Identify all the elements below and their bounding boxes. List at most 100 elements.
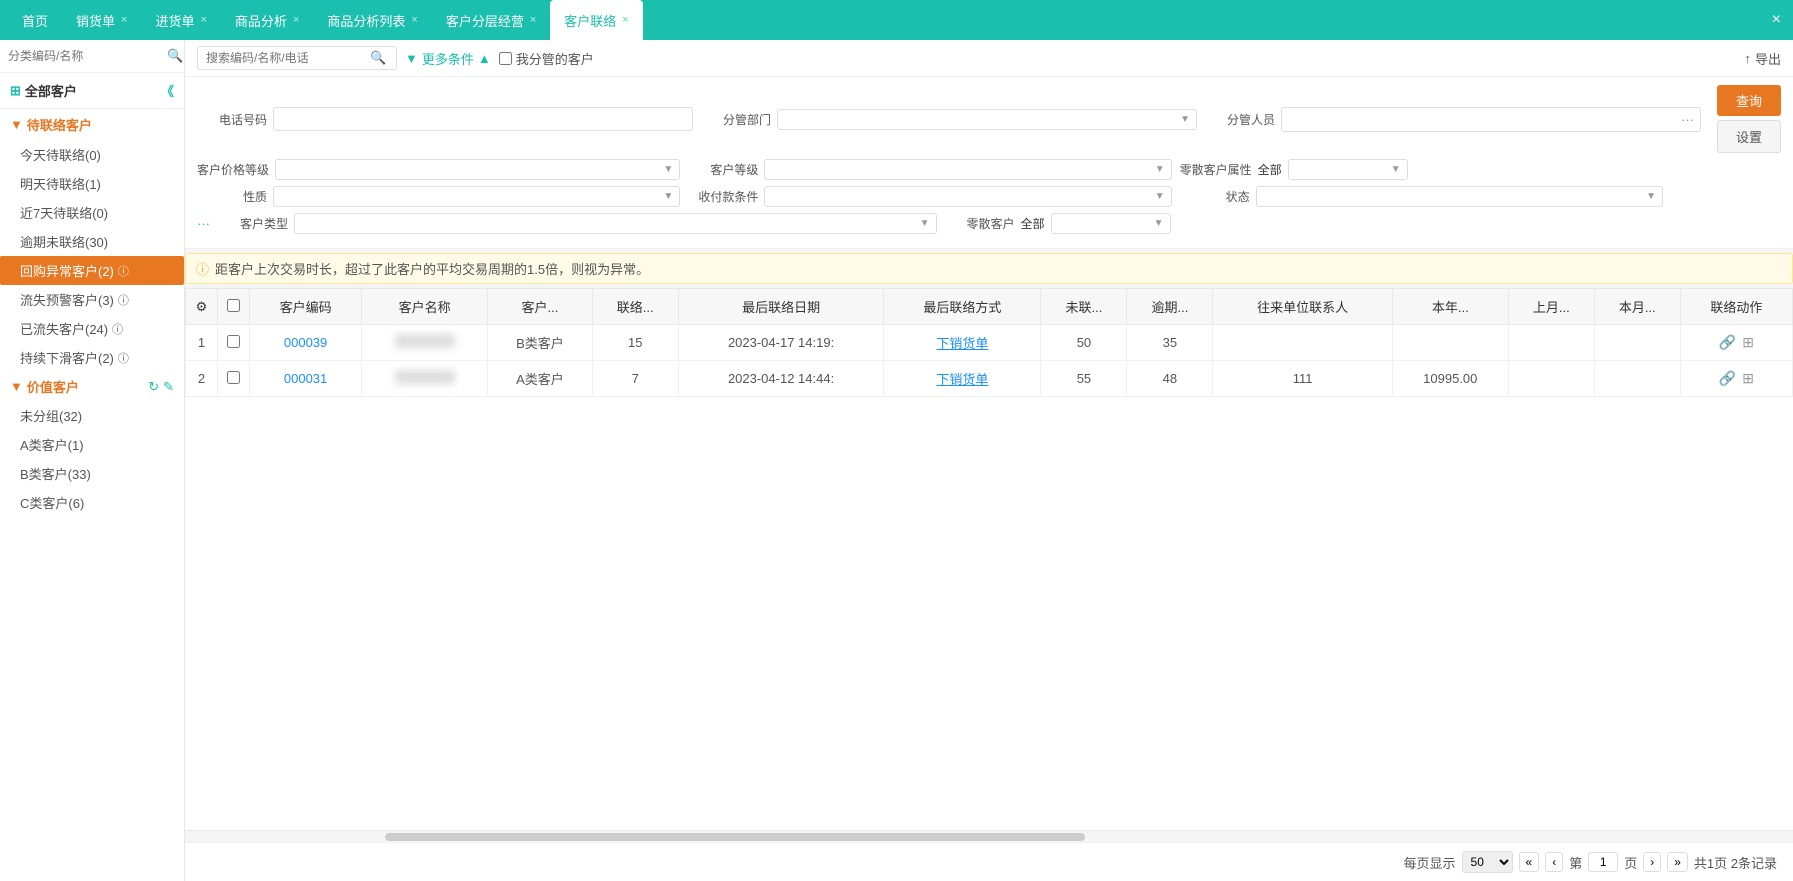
search-input[interactable] (206, 51, 366, 65)
query-button[interactable]: 查询 (1717, 85, 1781, 116)
customer-level-chevron-icon: ▼ (1155, 164, 1165, 175)
row-2-last-date: 2023-04-12 14:44: (678, 361, 884, 397)
customer-type-label: 客户类型 (218, 215, 288, 232)
row-1-select[interactable] (227, 335, 240, 348)
row-1-actions: 🔗 ⊞ (1680, 325, 1792, 361)
customer-type-select[interactable]: ▼ (294, 213, 937, 234)
retail-attr-label: 零散客户属性 (1180, 161, 1252, 178)
row-2-last-month (1508, 361, 1594, 397)
settings-button[interactable]: 设置 (1717, 120, 1781, 153)
sidebar-item-overdue-pending[interactable]: 逾期未联络(30) (0, 227, 184, 256)
sidebar-item-repurchase-abnormal[interactable]: 回购异常客户(2) ⓘ (0, 256, 184, 285)
close-product-analysis-tab-icon[interactable]: × (293, 14, 299, 26)
status-select[interactable]: ▼ (1256, 186, 1663, 207)
all-customers-header: ⊞ 全部客户 《 (0, 73, 184, 109)
export-button[interactable]: ↑ 导出 (1744, 49, 1781, 68)
payment-select[interactable]: ▼ (764, 186, 1171, 207)
dept-select[interactable]: ▼ (777, 109, 1197, 130)
triangle-icon: ▼ (10, 117, 23, 132)
phone-input[interactable] (273, 107, 693, 131)
already-lost-info-icon: ⓘ (112, 321, 123, 337)
window-close-button[interactable]: × (1772, 11, 1781, 29)
edit-icon[interactable]: ✎ (163, 379, 174, 395)
tooltip-bar: ⓘ 距客户上次交易时长，超过了此客户的平均交易周期的1.5倍，则视为异常。 (185, 253, 1793, 284)
retail-attr-select[interactable]: ▼ (1288, 159, 1408, 180)
row-2-select[interactable] (227, 371, 240, 384)
sidebar-search-input[interactable] (8, 49, 163, 63)
sidebar-item-b-class[interactable]: B类客户(33) (0, 459, 184, 488)
row-1-contact-count: 15 (592, 325, 678, 361)
page-size-select[interactable]: 50 100 200 (1462, 851, 1513, 873)
row-2-overdue: 48 (1127, 361, 1213, 397)
nature-select[interactable]: ▼ (273, 186, 680, 207)
sidebar-item-lost-preview[interactable]: 流失预警客户(3) ⓘ (0, 285, 184, 314)
row-1-year-amount (1392, 325, 1508, 361)
close-sales-tab-icon[interactable]: × (121, 14, 127, 26)
price-level-select[interactable]: ▼ (275, 159, 680, 180)
sidebar-item-tomorrow-pending[interactable]: 明天待联络(1) (0, 169, 184, 198)
sidebar-search-icon[interactable]: 🔍 (167, 48, 183, 64)
retail-customer-select[interactable]: ▼ (1051, 213, 1171, 234)
close-product-analysis-list-tab-icon[interactable]: × (411, 14, 417, 26)
search-icon[interactable]: 🔍 (370, 50, 386, 66)
row-2-last-method: 下销货单 (884, 361, 1041, 397)
sidebar-item-a-class[interactable]: A类客户(1) (0, 430, 184, 459)
nav-tab-customer-tier[interactable]: 客户分层经营 × (432, 0, 550, 40)
my-customers-checkbox-label[interactable]: 我分管的客户 (499, 49, 594, 68)
nav-tab-sales[interactable]: 销货单 × (62, 0, 141, 40)
chevron-up-icon: ▲ (478, 51, 491, 66)
sidebar-item-c-class[interactable]: C类客户(6) (0, 488, 184, 517)
filter-row-2: 客户价格等级 ▼ 客户等级 ▼ 零散客户属性 全部 (197, 159, 1781, 180)
close-customer-contact-tab-icon[interactable]: × (622, 14, 628, 26)
my-customers-checkbox[interactable] (499, 52, 512, 65)
nav-tab-product-analysis-list[interactable]: 商品分析列表 × (313, 0, 431, 40)
row-2-num: 2 (186, 361, 218, 397)
nav-tab-customer-contact[interactable]: 客户联络 × (550, 0, 642, 40)
sidebar-item-ungroup[interactable]: 未分组(32) (0, 401, 184, 430)
filter-cell-phone: 电话号码 (197, 107, 693, 131)
retail-customer-chevron-icon: ▼ (1154, 218, 1164, 229)
scroll-thumb[interactable] (385, 833, 1085, 841)
row-1-code[interactable]: 000039 (250, 325, 362, 361)
row-1-num: 1 (186, 325, 218, 361)
horizontal-scrollbar[interactable] (185, 830, 1793, 842)
sidebar-item-already-lost[interactable]: 已流失客户(24) ⓘ (0, 314, 184, 343)
row-2-code[interactable]: 000031 (250, 361, 362, 397)
page-number-input[interactable] (1588, 852, 1618, 872)
filter-cell-retail-attr: 零散客户属性 全部 ▼ (1180, 159, 1663, 180)
col-company-contact: 往来单位联系人 (1213, 289, 1392, 325)
col-settings[interactable]: ⚙ (186, 289, 218, 325)
close-purchase-tab-icon[interactable]: × (200, 14, 206, 26)
row-2-action-link-icon[interactable]: 🔗 (1719, 370, 1736, 387)
prev-page-button[interactable]: ‹ (1545, 852, 1563, 872)
first-page-button[interactable]: « (1519, 852, 1540, 872)
row-2-action-grid-icon[interactable]: ⊞ (1742, 370, 1754, 387)
close-customer-tier-tab-icon[interactable]: × (530, 14, 536, 26)
customer-table: ⚙ 客户编码 客户名称 客户... 联络... 最后联络日期 最后联络方式 未联… (185, 288, 1793, 397)
filter-icon: ▼ (405, 51, 418, 66)
sidebar-item-7days-pending[interactable]: 近7天待联络(0) (0, 198, 184, 227)
sidebar-item-today-pending[interactable]: 今天待联络(0) (0, 140, 184, 169)
next-page-button[interactable]: › (1643, 852, 1661, 872)
customer-level-label: 客户等级 (688, 161, 758, 178)
customer-level-select[interactable]: ▼ (764, 159, 1171, 180)
refresh-icon[interactable]: ↻ (148, 379, 159, 395)
person-dots-icon: ··· (1681, 112, 1694, 127)
row-1-action-link-icon[interactable]: 🔗 (1719, 334, 1736, 351)
last-page-button[interactable]: » (1667, 852, 1688, 872)
sidebar-search-bar: 🔍 (0, 40, 184, 73)
table-row: 1 000039 B类客户 15 2023-04-17 14:19: 下销货单 … (186, 325, 1793, 361)
person-select[interactable]: ··· (1281, 107, 1701, 132)
nav-tab-purchase[interactable]: 进货单 × (141, 0, 220, 40)
row-1-action-grid-icon[interactable]: ⊞ (1742, 334, 1754, 351)
more-dots-icon[interactable]: ··· (197, 216, 210, 231)
filter-cell-more: ··· (197, 216, 210, 231)
nav-tab-product-analysis[interactable]: 商品分析 × (221, 0, 313, 40)
status-label: 状态 (1180, 188, 1250, 205)
row-1-name (362, 325, 488, 361)
more-conditions-button[interactable]: ▼ 更多条件 ▲ (405, 49, 491, 68)
sidebar-collapse-button[interactable]: 《 (161, 81, 174, 100)
sidebar-item-continuous-drop[interactable]: 持续下滑客户(2) ⓘ (0, 343, 184, 372)
nav-tab-home[interactable]: 首页 (8, 0, 62, 40)
select-all-checkbox[interactable] (227, 299, 240, 312)
